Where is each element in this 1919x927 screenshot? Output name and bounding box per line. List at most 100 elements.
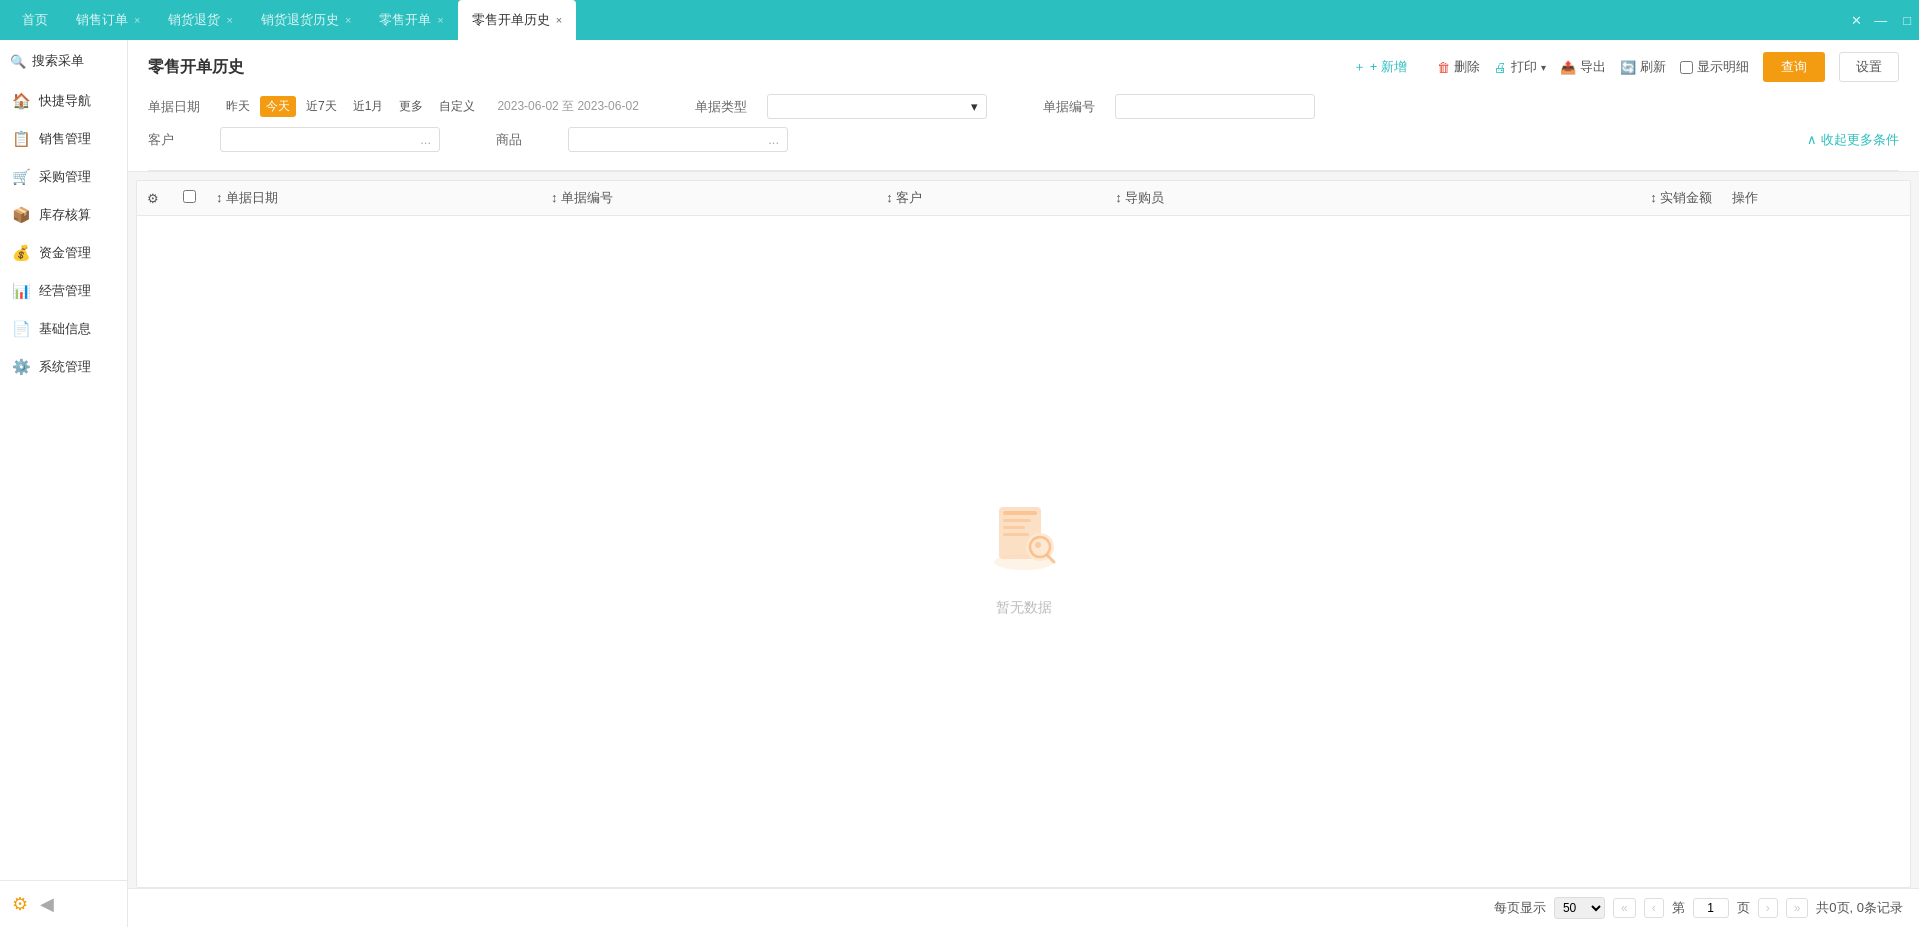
- sidebar-icon-sales-mgmt: 📋: [12, 130, 31, 148]
- page-header: 零售开单历史 ＋ + 新增 🗑 删除 🖨 打印 ▾: [128, 40, 1919, 172]
- filter-row-2: 客户 ... 商品 ... ∧ 收起更多条件: [148, 127, 1899, 152]
- date-btn-昨天[interactable]: 昨天: [220, 96, 256, 117]
- show-detail-toggle[interactable]: 显示明细: [1680, 58, 1749, 76]
- collapse-sidebar-icon[interactable]: ◀: [40, 893, 54, 915]
- tab-bar: 首页销售订单×销货退货×销货退货历史×零售开单×零售开单历史× ✕ — □: [0, 0, 1919, 40]
- toolbar: ＋ + 新增 🗑 删除 🖨 打印 ▾ 📤 导出: [1337, 52, 1899, 82]
- sidebar-icon-sys-mgmt: ⚙️: [12, 358, 31, 376]
- tab-bar-right: ✕ — □: [1851, 13, 1911, 28]
- doc-type-select[interactable]: ▾: [767, 94, 987, 119]
- first-page-btn[interactable]: «: [1613, 898, 1636, 918]
- col-customer: ↕ 客户: [876, 181, 1105, 216]
- sidebar-search-label: 搜索采单: [32, 52, 84, 70]
- sidebar-icon-inventory: 📦: [12, 206, 31, 224]
- goods-label: 商品: [496, 131, 552, 149]
- content-area: 零售开单历史 ＋ + 新增 🗑 删除 🖨 打印 ▾: [128, 40, 1919, 927]
- sidebar-label-purchase-mgmt: 采购管理: [39, 168, 91, 186]
- export-icon: 📤: [1560, 60, 1576, 75]
- column-settings-icon[interactable]: ⚙: [147, 191, 159, 206]
- sidebar-item-quick-nav[interactable]: 🏠 快捷导航: [0, 82, 127, 120]
- tab-sales-order[interactable]: 销售订单×: [62, 0, 154, 40]
- svg-rect-3: [1003, 519, 1031, 522]
- window-max-btn[interactable]: □: [1903, 13, 1911, 28]
- collapse-icon: ∧: [1807, 132, 1817, 147]
- query-button[interactable]: 查询: [1763, 52, 1825, 82]
- tab-close-icon[interactable]: ×: [134, 14, 140, 26]
- sidebar-label-base-info: 基础信息: [39, 320, 91, 338]
- settings-icon[interactable]: ⚙: [12, 893, 28, 915]
- date-range-display: 2023-06-02 至 2023-06-02: [497, 98, 638, 115]
- doc-type-chevron-icon: ▾: [971, 99, 978, 114]
- svg-point-9: [1035, 542, 1041, 548]
- filter-row-1: 单据日期 昨天今天近7天近1月更多自定义 2023-06-02 至 2023-0…: [148, 94, 1899, 119]
- date-btn-今天[interactable]: 今天: [260, 96, 296, 117]
- show-detail-checkbox[interactable]: [1680, 61, 1693, 74]
- sidebar-label-finance: 资金管理: [39, 244, 91, 262]
- sidebar-item-finance[interactable]: 💰资金管理: [0, 234, 127, 272]
- sidebar-label-sys-mgmt: 系统管理: [39, 358, 91, 376]
- sidebar-search[interactable]: 🔍 搜索采单: [0, 40, 127, 82]
- sidebar-bottom: ⚙ ◀: [0, 880, 127, 927]
- date-btn-近1月[interactable]: 近1月: [347, 96, 390, 117]
- sidebar-item-purchase-mgmt[interactable]: 🛒 采购管理: [0, 158, 127, 196]
- tab-home[interactable]: 首页: [8, 0, 62, 40]
- doc-no-input[interactable]: [1115, 94, 1315, 119]
- date-btn-近7天[interactable]: 近7天: [300, 96, 343, 117]
- table-header-row: ⚙ ↕ 单据日期 ↕ 单据编号: [137, 181, 1910, 216]
- date-btn-更多[interactable]: 更多: [393, 96, 429, 117]
- collapse-filter-btn[interactable]: ∧ 收起更多条件: [1807, 131, 1899, 149]
- sidebar-icon-operation: 📊: [12, 282, 31, 300]
- tab-close-icon[interactable]: ×: [556, 14, 562, 26]
- sidebar-item-sales-mgmt[interactable]: 📋 销售管理: [0, 120, 127, 158]
- date-btn-自定义[interactable]: 自定义: [433, 96, 481, 117]
- next-page-btn[interactable]: ›: [1758, 898, 1778, 918]
- print-icon: 🖨: [1494, 60, 1507, 75]
- doc-type-label: 单据类型: [695, 98, 751, 116]
- customer-input[interactable]: ...: [220, 127, 440, 152]
- delete-button[interactable]: 🗑 删除: [1437, 58, 1480, 76]
- print-button[interactable]: 🖨 打印 ▾: [1494, 58, 1546, 76]
- svg-rect-4: [1003, 526, 1025, 529]
- sidebar-item-sys-mgmt[interactable]: ⚙️ 系统管理: [0, 348, 127, 386]
- data-table: ⚙ ↕ 单据日期 ↕ 单据编号: [137, 181, 1910, 216]
- tab-close-icon[interactable]: ×: [226, 14, 232, 26]
- sidebar-item-inventory[interactable]: 📦库存核算: [0, 196, 127, 234]
- prev-page-btn[interactable]: ‹: [1644, 898, 1664, 918]
- sidebar-icon-base-info: 📄: [12, 320, 31, 338]
- setting-button[interactable]: 设置: [1839, 52, 1899, 82]
- date-filter-label: 单据日期: [148, 98, 204, 116]
- select-all-checkbox[interactable]: [183, 190, 196, 203]
- per-page-select[interactable]: 50 10 20 100: [1554, 897, 1605, 919]
- sidebar-label-sales-mgmt: 销售管理: [39, 130, 91, 148]
- col-no: ↕ 单据编号: [541, 181, 876, 216]
- sidebar-label-operation: 经营管理: [39, 282, 91, 300]
- tab-retail-open-history[interactable]: 零售开单历史×: [458, 0, 576, 40]
- goods-input[interactable]: ...: [568, 127, 788, 152]
- main-container: 🔍 搜索采单 🏠 快捷导航 📋 销售管理 🛒 采购管理 📦库存核算💰资金管理 📊 经营管理 📄 基础…: [0, 40, 1919, 927]
- add-button[interactable]: ＋ + 新增: [1337, 53, 1423, 81]
- window-close-btn[interactable]: ✕: [1851, 13, 1862, 28]
- export-button[interactable]: 📤 导出: [1560, 58, 1606, 76]
- empty-state: 暂无数据: [137, 216, 1910, 887]
- sidebar-icon-purchase-mgmt: 🛒: [12, 168, 31, 186]
- page-number-input[interactable]: [1693, 898, 1729, 918]
- sidebar-item-operation[interactable]: 📊 经营管理: [0, 272, 127, 310]
- customer-label: 客户: [148, 131, 204, 149]
- sidebar-label-quick-nav: 快捷导航: [39, 92, 91, 110]
- refresh-button[interactable]: 🔄 刷新: [1620, 58, 1666, 76]
- tab-retail-open[interactable]: 零售开单×: [365, 0, 457, 40]
- tab-sales-return[interactable]: 销货退货×: [154, 0, 246, 40]
- tab-close-icon[interactable]: ×: [437, 14, 443, 26]
- table-settings-th: ⚙: [137, 181, 173, 216]
- sidebar-item-base-info[interactable]: 📄 基础信息: [0, 310, 127, 348]
- pagination-summary: 共0页, 0条记录: [1816, 899, 1903, 917]
- tab-close-icon[interactable]: ×: [345, 14, 351, 26]
- window-min-btn[interactable]: —: [1874, 13, 1887, 28]
- empty-illustration: [974, 487, 1074, 587]
- search-icon: 🔍: [10, 54, 26, 69]
- sidebar-icon-quick-nav: 🏠: [12, 92, 31, 110]
- doc-no-label: 单据编号: [1043, 98, 1099, 116]
- last-page-btn[interactable]: »: [1786, 898, 1809, 918]
- tab-sales-return-history[interactable]: 销货退货历史×: [247, 0, 365, 40]
- page-suffix: 页: [1737, 899, 1750, 917]
